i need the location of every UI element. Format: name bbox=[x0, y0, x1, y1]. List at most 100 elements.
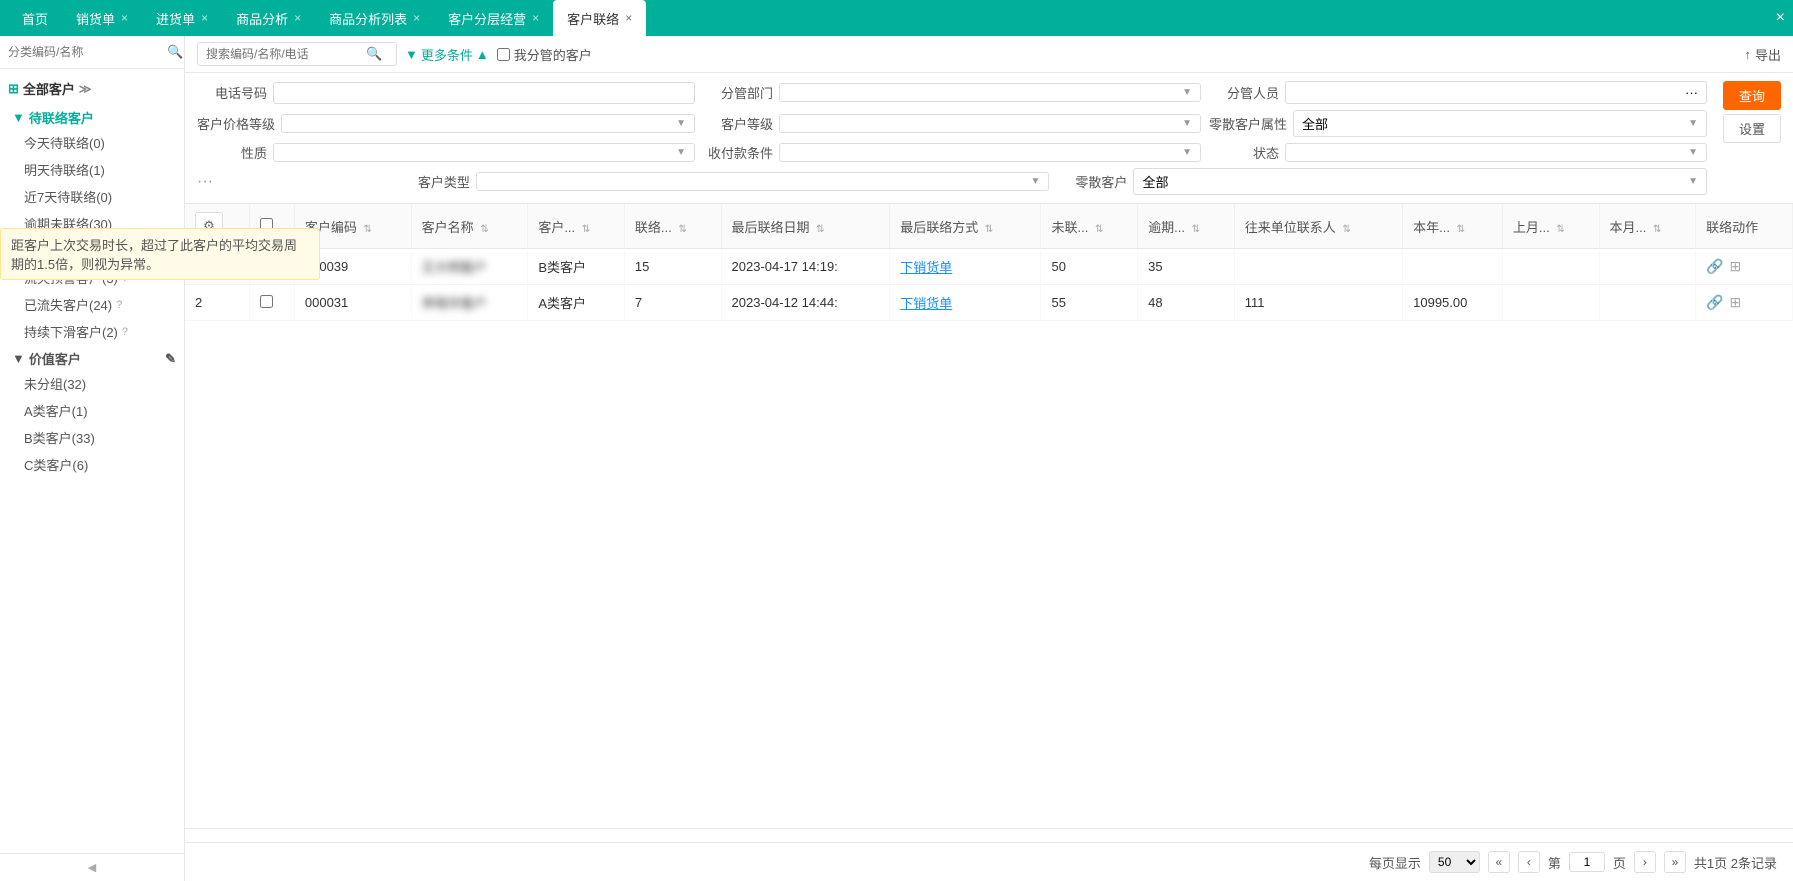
edit-icon[interactable]: ✎ bbox=[165, 351, 176, 367]
sidebar-item-churned[interactable]: 已流失客户(24) ? bbox=[0, 291, 184, 318]
search-icon[interactable]: 🔍 bbox=[366, 46, 382, 62]
sidebar-value-section[interactable]: ▼ 价值客户 ✎ bbox=[0, 345, 184, 370]
dept-select[interactable]: ▼ bbox=[779, 83, 1201, 102]
field-nature: 性质 ▼ bbox=[197, 143, 695, 162]
field-status: 状态 ▼ bbox=[1209, 143, 1707, 162]
qr-action-icon[interactable]: ⊞ bbox=[1730, 258, 1742, 275]
th-contact-person[interactable]: 往来单位联系人 ⇅ bbox=[1234, 204, 1402, 249]
customer-name[interactable]: 李晓华客户 bbox=[422, 296, 487, 311]
sort-icon: ⇅ bbox=[678, 224, 686, 235]
sidebar-nav-arrow-left[interactable]: ◀ bbox=[88, 861, 96, 874]
link-action-icon[interactable]: 🔗 bbox=[1706, 258, 1723, 275]
sidebar-all-customers[interactable]: ⊞ 全部客户 ≫ bbox=[0, 73, 184, 104]
phone-label: 电话号码 bbox=[197, 83, 267, 102]
last-page-button[interactable]: » bbox=[1664, 851, 1686, 873]
close-icon[interactable]: × bbox=[294, 11, 301, 25]
price-tier-select[interactable]: ▼ bbox=[281, 114, 695, 133]
nav-tab-home[interactable]: 首页 bbox=[8, 0, 62, 36]
nav-tab-product-analysis[interactable]: 商品分析 × bbox=[222, 0, 315, 36]
export-button[interactable]: ↑ 导出 bbox=[1744, 45, 1781, 64]
search-box: 🔍 bbox=[197, 42, 397, 66]
th-last-contact-date[interactable]: 最后联络日期 ⇅ bbox=[721, 204, 890, 249]
sidebar-item-class-c[interactable]: C类客户(6) bbox=[0, 451, 184, 478]
td-unreached-1: 50 bbox=[1041, 249, 1138, 285]
nav-tab-purchase[interactable]: 进货单 × bbox=[142, 0, 222, 36]
close-all-tabs-button[interactable]: × bbox=[1776, 9, 1785, 27]
th-overdue[interactable]: 逾期... ⇅ bbox=[1138, 204, 1235, 249]
th-category[interactable]: 客户... ⇅ bbox=[528, 204, 625, 249]
sort-icon: ⇅ bbox=[1556, 224, 1564, 235]
search-input[interactable] bbox=[206, 47, 366, 61]
customer-type-select[interactable]: ▼ bbox=[476, 172, 1050, 191]
prev-page-button[interactable]: ‹ bbox=[1518, 851, 1540, 873]
customer-name[interactable]: 王大明客户 bbox=[422, 260, 487, 275]
th-this-month[interactable]: 本月... ⇅ bbox=[1599, 204, 1696, 249]
action-icons-1: 🔗 ⊞ bbox=[1706, 258, 1782, 275]
contact-method-link[interactable]: 下销货单 bbox=[900, 296, 952, 311]
more-conditions-button[interactable]: ▼ 更多条件 ▲ bbox=[405, 45, 489, 64]
page-label: 第 bbox=[1548, 853, 1561, 872]
close-icon[interactable]: × bbox=[413, 11, 420, 25]
td-overdue-1: 35 bbox=[1138, 249, 1235, 285]
per-page-select[interactable]: 50 20 100 bbox=[1429, 851, 1480, 873]
triangle-icon: ▼ bbox=[12, 110, 25, 125]
sidebar-search-input[interactable] bbox=[8, 45, 163, 59]
nav-tab-customer-tier[interactable]: 客户分层经营 × bbox=[434, 0, 553, 36]
sidebar-item-today[interactable]: 今天待联络(0) bbox=[0, 129, 184, 156]
collapse-icon: ≫ bbox=[79, 82, 92, 96]
manager-select[interactable]: ··· bbox=[1285, 81, 1707, 104]
horizontal-scrollbar[interactable] bbox=[185, 828, 1793, 842]
query-button[interactable]: 查询 bbox=[1723, 81, 1781, 110]
sidebar-item-class-a[interactable]: A类客户(1) bbox=[0, 397, 184, 424]
qr-action-icon[interactable]: ⊞ bbox=[1730, 294, 1742, 311]
my-customers-checkbox[interactable] bbox=[497, 48, 510, 61]
page-input[interactable] bbox=[1569, 852, 1605, 872]
my-customers-checkbox-label[interactable]: 我分管的客户 bbox=[497, 45, 592, 64]
field-retail-customer: 零散客户 全部▼ bbox=[1057, 168, 1707, 195]
close-icon[interactable]: × bbox=[532, 11, 539, 25]
td-this-month-1 bbox=[1599, 249, 1696, 285]
action-icons-2: 🔗 ⊞ bbox=[1706, 294, 1782, 311]
row-checkbox[interactable] bbox=[260, 295, 273, 308]
close-icon[interactable]: × bbox=[201, 11, 208, 25]
nav-tab-product-list[interactable]: 商品分析列表 × bbox=[315, 0, 434, 36]
retail-attr-select[interactable]: 全部▼ bbox=[1293, 110, 1707, 137]
sidebar-item-unclassified[interactable]: 未分组(32) bbox=[0, 370, 184, 397]
help-icon[interactable]: ? bbox=[122, 326, 128, 338]
th-name[interactable]: 客户名称 ⇅ bbox=[411, 204, 528, 249]
next-page-button[interactable]: › bbox=[1634, 851, 1656, 873]
sidebar-item-tomorrow[interactable]: 明天待联络(1) bbox=[0, 156, 184, 183]
sidebar-item-class-b[interactable]: B类客户(33) bbox=[0, 424, 184, 451]
status-select[interactable]: ▼ bbox=[1285, 143, 1707, 162]
th-last-month[interactable]: 上月... ⇅ bbox=[1502, 204, 1599, 249]
th-last-contact-method[interactable]: 最后联络方式 ⇅ bbox=[890, 204, 1041, 249]
search-icon[interactable]: 🔍 bbox=[167, 44, 183, 60]
payment-terms-select[interactable]: ▼ bbox=[779, 143, 1201, 162]
nav-tab-sales[interactable]: 销货单 × bbox=[62, 0, 142, 36]
sidebar-pending-section[interactable]: ▼ 待联络客户 bbox=[0, 104, 184, 129]
nature-select[interactable]: ▼ bbox=[273, 143, 695, 162]
td-category-2: A类客户 bbox=[528, 285, 625, 321]
close-icon[interactable]: × bbox=[625, 11, 632, 25]
more-options-dots[interactable]: ··· bbox=[197, 173, 213, 191]
help-icon[interactable]: ? bbox=[116, 299, 122, 311]
sort-icon: ⇅ bbox=[364, 224, 372, 235]
manager-label: 分管人员 bbox=[1209, 83, 1279, 102]
contact-method-link[interactable]: 下销货单 bbox=[900, 260, 952, 275]
sidebar-item-declining[interactable]: 持续下滑客户(2) ? bbox=[0, 318, 184, 345]
customer-tier-select[interactable]: ▼ bbox=[779, 114, 1201, 133]
close-icon[interactable]: × bbox=[121, 11, 128, 25]
advanced-filter: 电话号码 分管部门 ▼ 分管人员 ··· bbox=[185, 73, 1793, 204]
retail-customer-select[interactable]: 全部▼ bbox=[1133, 168, 1707, 195]
settings-button[interactable]: 设置 bbox=[1723, 114, 1781, 143]
sidebar-item-7days[interactable]: 近7天待联络(0) bbox=[0, 183, 184, 210]
phone-input[interactable] bbox=[273, 82, 695, 104]
nav-tab-customer-contact[interactable]: 客户联络 × bbox=[553, 0, 646, 36]
first-page-button[interactable]: « bbox=[1488, 851, 1510, 873]
td-last-contact-date-1: 2023-04-17 14:19: bbox=[721, 249, 890, 285]
th-this-year[interactable]: 本年... ⇅ bbox=[1403, 204, 1503, 249]
th-unreached[interactable]: 未联... ⇅ bbox=[1041, 204, 1138, 249]
th-contact-count[interactable]: 联络... ⇅ bbox=[624, 204, 721, 249]
field-price-tier: 客户价格等级 ▼ bbox=[197, 114, 695, 133]
link-action-icon[interactable]: 🔗 bbox=[1706, 294, 1723, 311]
